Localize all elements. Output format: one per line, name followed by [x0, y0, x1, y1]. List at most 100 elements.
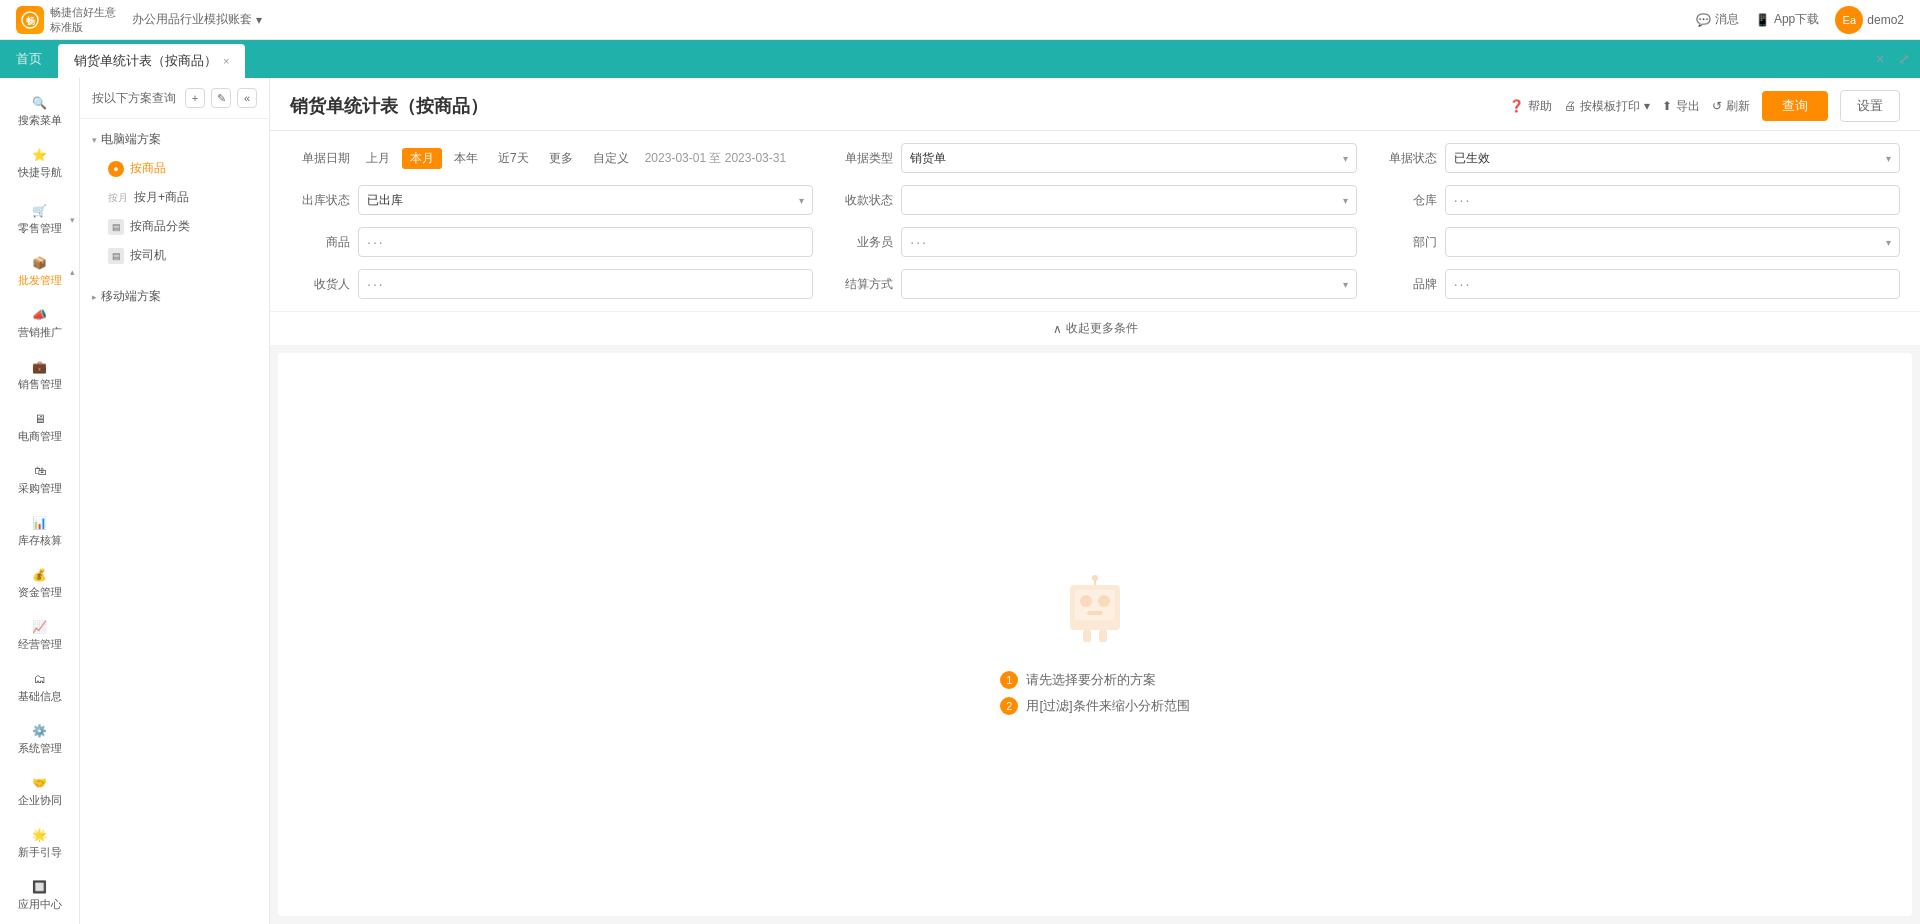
sidebar-item-system[interactable]: ⚙️ 系统管理: [0, 714, 79, 766]
sidebar-item-inventory[interactable]: 📊 库存核算: [0, 506, 79, 558]
sidebar-item-wholesale[interactable]: 📦 批发管理 ▴: [0, 246, 79, 298]
tab-home-label: 首页: [16, 50, 42, 68]
ecommerce-label: 电商管理: [18, 429, 62, 444]
star-icon: ⭐: [32, 148, 47, 162]
edit-scheme-button[interactable]: ✎: [211, 88, 231, 108]
tab-this-year[interactable]: 本年: [446, 148, 486, 169]
hint-text-2: 用[过滤]条件来缩小分析范围: [1026, 697, 1189, 715]
sidebar-item-finance[interactable]: 💰 资金管理: [0, 558, 79, 610]
page-title-row: 销货单统计表（按商品） ❓ 帮助 🖨 按模板打印 ▾ ⬆: [290, 90, 1900, 122]
receiver-dots: ···: [367, 276, 385, 292]
sidebar-search-menu[interactable]: 🔍 搜索菜单: [0, 86, 79, 138]
scheme-group-mobile: ▸ 移动端方案: [80, 276, 269, 317]
date-range-text: 2023-03-01 至 2023-03-31: [645, 150, 786, 167]
collapse-label: 收起更多条件: [1066, 320, 1138, 337]
tab-home[interactable]: 首页: [0, 40, 58, 78]
chevron-down-icon: ▾: [256, 13, 262, 27]
tab-close-icon[interactable]: ×: [223, 55, 229, 67]
doc-status-select[interactable]: 已生效 ▾: [1445, 143, 1900, 173]
product-input[interactable]: ···: [358, 227, 813, 257]
scheme-item-by-product[interactable]: ● 按商品: [80, 154, 269, 183]
finance-icon: 💰: [32, 568, 47, 582]
collapse-up-icon: ∧: [1053, 322, 1062, 336]
settings-button[interactable]: 设置: [1840, 90, 1900, 122]
sidebar-item-enterprise[interactable]: 🤝 企业协同: [0, 766, 79, 818]
hint-num-2: 2: [1000, 697, 1018, 715]
filter-row-1: 单据日期 上月 本月 本年 近7天 更多 自定义 2023-03-01 至 20…: [290, 143, 1900, 173]
scheme-group-pc-header[interactable]: ▾ 电脑端方案: [80, 125, 269, 154]
print-button[interactable]: 🖨 按模板打印 ▾: [1564, 98, 1650, 115]
hint-num-1: 1: [1000, 671, 1018, 689]
tab-last7days[interactable]: 近7天: [490, 148, 537, 169]
sidebar-item-marketing[interactable]: 📣 营销推广: [0, 298, 79, 350]
tab-sales-report-label: 销货单统计表（按商品）: [74, 52, 217, 70]
receiver-label: 收货人: [290, 276, 350, 293]
warehouse-input[interactable]: ···: [1445, 185, 1900, 215]
scheme-group-mobile-header[interactable]: ▸ 移动端方案: [80, 282, 269, 311]
app-download-button[interactable]: 📱 App下载: [1755, 11, 1819, 28]
add-scheme-button[interactable]: +: [185, 88, 205, 108]
doc-status-label: 单据状态: [1377, 150, 1437, 167]
query-button[interactable]: 查询: [1762, 91, 1828, 121]
marketing-label: 营销推广: [18, 325, 62, 340]
refresh-button[interactable]: ↺ 刷新: [1712, 98, 1750, 115]
close-window-button[interactable]: ×: [1872, 51, 1888, 67]
sidebar-search-label: 搜索菜单: [18, 113, 62, 128]
sidebar-quick-nav[interactable]: ⭐ 快捷导航: [0, 138, 79, 190]
empty-state: 1 请先选择要分析的方案 2 用[过滤]条件来缩小分析范围: [278, 353, 1912, 916]
sidebar-item-retail[interactable]: 🛒 零售管理 ▾: [0, 194, 79, 246]
by-product-label: 按商品: [130, 160, 166, 177]
export-button[interactable]: ⬆ 导出: [1662, 98, 1700, 115]
by-month-label: 按月+商品: [134, 189, 189, 206]
user-area[interactable]: Ea demo2: [1835, 6, 1904, 34]
message-button[interactable]: 💬 消息: [1696, 11, 1739, 28]
sidebar-item-operations[interactable]: 📈 经营管理: [0, 610, 79, 662]
print-arrow: ▾: [1644, 99, 1650, 113]
page-actions: ❓ 帮助 🖨 按模板打印 ▾ ⬆ 导出 ↺: [1509, 90, 1900, 122]
sidebar-item-newcomer[interactable]: 🌟 新手引导: [0, 818, 79, 870]
salesperson-input[interactable]: ···: [901, 227, 1356, 257]
expand-window-button[interactable]: ⤢: [1896, 51, 1912, 67]
app-selector[interactable]: 办公用品行业模拟账套 ▾: [124, 11, 270, 28]
basics-label: 基础信息: [18, 689, 62, 704]
empty-hint-2: 2 用[过滤]条件来缩小分析范围: [1000, 697, 1189, 715]
message-label: 消息: [1715, 11, 1739, 28]
payment-select[interactable]: ▾: [901, 269, 1356, 299]
doc-status-value: 已生效: [1454, 150, 1490, 167]
sidebar-item-apps[interactable]: 🔲 应用中心: [0, 870, 79, 922]
filter-row-4: 收货人 ··· 结算方式 ▾: [290, 269, 1900, 299]
scheme-item-by-month-product[interactable]: 按月 按月+商品: [80, 183, 269, 212]
filter-field-product: 商品 ···: [290, 227, 813, 257]
collect-status-select[interactable]: ▾: [901, 185, 1356, 215]
scheme-item-by-category[interactable]: ▤ 按商品分类: [80, 212, 269, 241]
filter-panel-icons: + ✎ «: [185, 88, 257, 108]
collapse-button[interactable]: ∧ 收起更多条件: [1053, 320, 1138, 337]
doc-type-value: 销货单: [910, 150, 946, 167]
sidebar-item-ecommerce[interactable]: 🖥 电商管理: [0, 402, 79, 454]
sidebar-item-basics[interactable]: 🗂 基础信息: [0, 662, 79, 714]
tab-last-month[interactable]: 上月: [358, 148, 398, 169]
tab-more[interactable]: 更多: [541, 148, 581, 169]
out-status-select[interactable]: 已出库 ▾: [358, 185, 813, 215]
collapse-panel-button[interactable]: «: [237, 88, 257, 108]
sidebar-item-sales[interactable]: 💼 销售管理: [0, 350, 79, 402]
empty-hints: 1 请先选择要分析的方案 2 用[过滤]条件来缩小分析范围: [1000, 671, 1189, 715]
department-select[interactable]: ▾: [1445, 227, 1900, 257]
collect-status-arrow: ▾: [1343, 195, 1348, 206]
brand-input[interactable]: ···: [1445, 269, 1900, 299]
tab-this-month[interactable]: 本月: [402, 148, 442, 169]
sidebar-item-purchase[interactable]: 🛍 采购管理: [0, 454, 79, 506]
receiver-input[interactable]: ···: [358, 269, 813, 299]
svg-rect-3: [1075, 590, 1115, 620]
sidebar-quicknav-label: 快捷导航: [18, 165, 62, 180]
scheme-item-by-company[interactable]: ▤ 按司机: [80, 241, 269, 270]
warehouse-label: 仓库: [1377, 192, 1437, 209]
svg-rect-6: [1087, 611, 1103, 615]
tab-custom[interactable]: 自定义: [585, 148, 637, 169]
help-label: 帮助: [1528, 98, 1552, 115]
tab-sales-report[interactable]: 销货单统计表（按商品） ×: [58, 44, 245, 78]
doc-type-select[interactable]: 销货单 ▾: [901, 143, 1356, 173]
expand-arrow-mobile: ▸: [92, 292, 97, 302]
help-button[interactable]: ❓ 帮助: [1509, 98, 1552, 115]
doc-type-label: 单据类型: [833, 150, 893, 167]
